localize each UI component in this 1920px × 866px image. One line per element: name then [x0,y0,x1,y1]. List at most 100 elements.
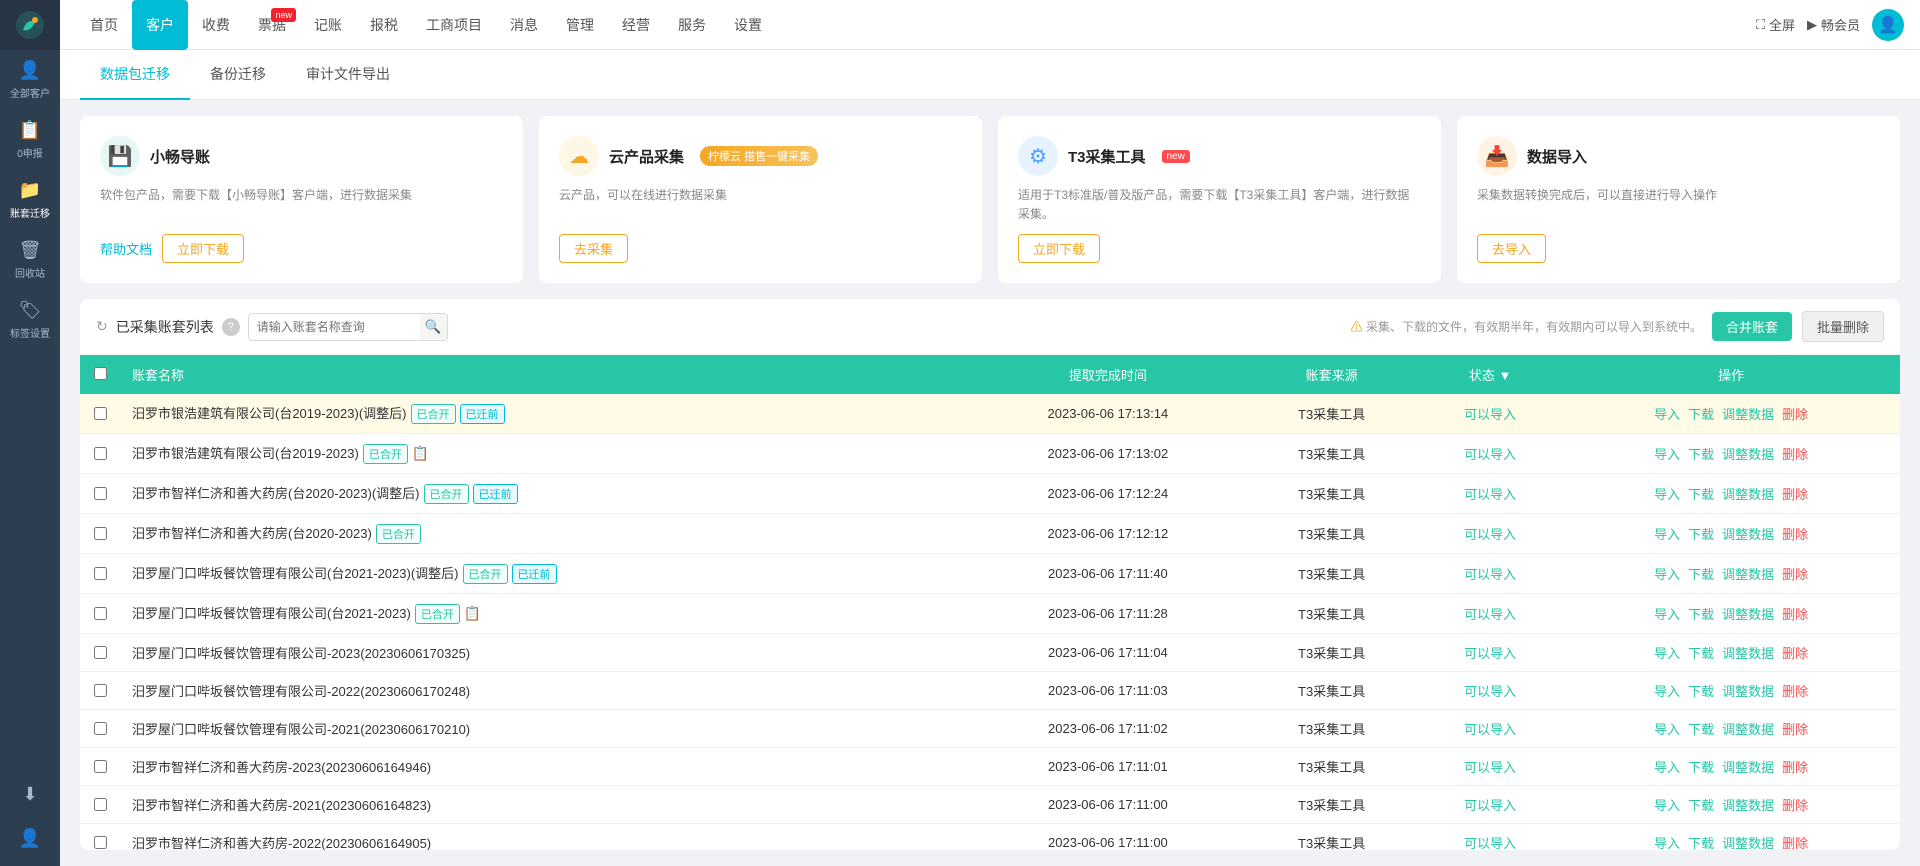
help-doc-button[interactable]: 帮助文档 [100,239,152,258]
row-checkbox[interactable] [94,646,107,659]
sidebar-item-zero-report[interactable]: 📋 0申报 [0,110,60,170]
row-checkbox[interactable] [94,836,107,849]
import-action[interactable]: 导入 [1654,643,1680,662]
nav-home[interactable]: 首页 [76,0,132,50]
import-action[interactable]: 导入 [1654,681,1680,700]
row-checkbox[interactable] [94,567,107,580]
row-checkbox[interactable] [94,527,107,540]
adjust-action[interactable]: 调整数据 [1722,564,1774,583]
adjust-action[interactable]: 调整数据 [1722,757,1774,776]
tab-backup-migration[interactable]: 备份迁移 [190,50,286,100]
adjust-action[interactable]: 调整数据 [1722,604,1774,623]
import-action[interactable]: 导入 [1654,604,1680,623]
delete-action[interactable]: 删除 [1782,719,1808,738]
search-input[interactable] [249,316,420,338]
adjust-action[interactable]: 调整数据 [1722,795,1774,814]
delete-action[interactable]: 删除 [1782,524,1808,543]
avatar[interactable]: 👤 [1872,9,1904,41]
row-extra-icon[interactable]: 📋 [464,605,481,621]
user-icon-btn[interactable]: 👤 [0,820,60,856]
delete-action[interactable]: 删除 [1782,484,1808,503]
tab-audit-export[interactable]: 审计文件导出 [286,50,410,100]
go-collect-button[interactable]: 去采集 [559,234,628,263]
adjust-action[interactable]: 调整数据 [1722,484,1774,503]
nav-business[interactable]: 工商项目 [412,0,496,50]
download-action[interactable]: 下载 [1688,833,1714,850]
nav-settings[interactable]: 设置 [720,0,776,50]
delete-action[interactable]: 删除 [1782,444,1808,463]
import-action[interactable]: 导入 [1654,444,1680,463]
adjust-action[interactable]: 调整数据 [1722,719,1774,738]
download-action[interactable]: 下载 [1688,681,1714,700]
sidebar-item-tag-settings[interactable]: 🏷 标签设置 [0,290,60,350]
select-all-checkbox[interactable] [94,367,107,380]
adjust-action[interactable]: 调整数据 [1722,404,1774,423]
download-action[interactable]: 下载 [1688,604,1714,623]
refresh-icon[interactable]: ↻ [96,318,108,335]
import-action[interactable]: 导入 [1654,404,1680,423]
download-action[interactable]: 下载 [1688,757,1714,776]
go-import-button[interactable]: 去导入 [1477,234,1546,263]
download-now-button[interactable]: 立即下载 [162,234,244,263]
download-action[interactable]: 下载 [1688,444,1714,463]
download-icon-btn[interactable]: ⬇ [0,776,60,812]
download-action[interactable]: 下载 [1688,719,1714,738]
fullscreen-btn[interactable]: ⛶ 全屏 [1756,15,1795,34]
sidebar-item-recycle[interactable]: 🗑 回收站 [0,230,60,290]
nav-clients[interactable]: 客户 [132,0,188,50]
import-action[interactable]: 导入 [1654,524,1680,543]
delete-action[interactable]: 删除 [1782,681,1808,700]
sidebar-item-account-transfer[interactable]: 📁 账套迁移 [0,170,60,230]
delete-action[interactable]: 删除 [1782,604,1808,623]
col-status[interactable]: 状态 ▼ [1418,355,1562,394]
adjust-action[interactable]: 调整数据 [1722,681,1774,700]
row-checkbox[interactable] [94,760,107,773]
row-checkbox[interactable] [94,684,107,697]
tab-data-migration[interactable]: 数据包迁移 [80,50,190,100]
nav-billing[interactable]: 收费 [188,0,244,50]
import-action[interactable]: 导入 [1654,833,1680,850]
merge-btn[interactable]: 合并账套 [1712,312,1792,341]
row-checkbox[interactable] [94,447,107,460]
import-action[interactable]: 导入 [1654,719,1680,738]
nav-tax[interactable]: 报税 [356,0,412,50]
import-action[interactable]: 导入 [1654,757,1680,776]
sidebar-item-all-clients[interactable]: 👤 全部客户 [0,50,60,110]
search-button[interactable]: 🔍 [420,314,447,340]
nav-operations[interactable]: 经营 [608,0,664,50]
row-checkbox[interactable] [94,798,107,811]
delete-action[interactable]: 删除 [1782,833,1808,850]
nav-accounting[interactable]: 记账 [300,0,356,50]
delete-action[interactable]: 删除 [1782,404,1808,423]
adjust-action[interactable]: 调整数据 [1722,643,1774,662]
import-action[interactable]: 导入 [1654,564,1680,583]
nav-messages[interactable]: 消息 [496,0,552,50]
download-action[interactable]: 下载 [1688,795,1714,814]
import-action[interactable]: 导入 [1654,795,1680,814]
row-checkbox[interactable] [94,487,107,500]
nav-service[interactable]: 服务 [664,0,720,50]
member-btn[interactable]: ▶ 畅会员 [1807,15,1860,34]
adjust-action[interactable]: 调整数据 [1722,444,1774,463]
download-action[interactable]: 下载 [1688,484,1714,503]
row-extra-icon[interactable]: 📋 [412,445,429,461]
adjust-action[interactable]: 调整数据 [1722,833,1774,850]
row-checkbox[interactable] [94,607,107,620]
download-action[interactable]: 下载 [1688,643,1714,662]
delete-action[interactable]: 删除 [1782,564,1808,583]
adjust-action[interactable]: 调整数据 [1722,524,1774,543]
delete-action[interactable]: 删除 [1782,643,1808,662]
help-icon[interactable]: ? [222,318,240,336]
download-action[interactable]: 下载 [1688,524,1714,543]
nav-invoice[interactable]: 票据 new [244,0,300,50]
nav-management[interactable]: 管理 [552,0,608,50]
download-action[interactable]: 下载 [1688,404,1714,423]
delete-action[interactable]: 删除 [1782,757,1808,776]
download-action[interactable]: 下载 [1688,564,1714,583]
row-checkbox[interactable] [94,722,107,735]
import-action[interactable]: 导入 [1654,484,1680,503]
download-t3-button[interactable]: 立即下载 [1018,234,1100,263]
bulk-delete-btn[interactable]: 批量删除 [1802,311,1884,342]
row-checkbox[interactable] [94,407,107,420]
delete-action[interactable]: 删除 [1782,795,1808,814]
